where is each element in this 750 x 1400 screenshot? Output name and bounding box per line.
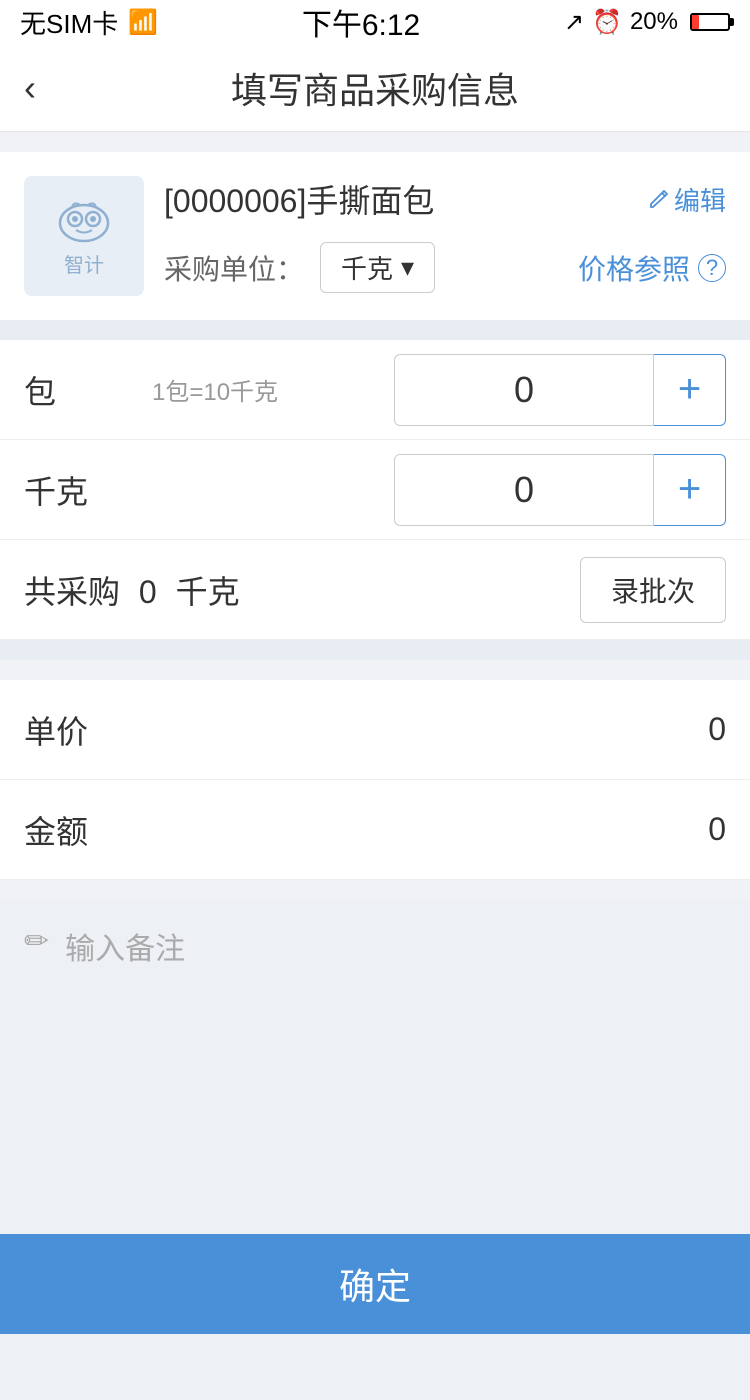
kg-quantity-input[interactable] — [394, 454, 654, 526]
bag-label: 包 — [24, 367, 144, 413]
bag-sub-label: 1包=10千克 — [152, 372, 278, 407]
back-button[interactable]: ‹ — [24, 67, 36, 109]
confirm-button[interactable]: 确定 — [0, 1234, 750, 1334]
summary-row: 共采购 0 千克 录批次 — [0, 540, 750, 640]
alarm-icon: ⏰ — [592, 8, 622, 37]
bag-input-row: 包 1包=10千克 + — [0, 340, 750, 440]
status-left: 无SIM卡 📶 — [20, 4, 158, 41]
carrier-label: 无SIM卡 — [20, 4, 118, 41]
battery-percent: 20% — [630, 8, 678, 36]
product-image: 智计 — [24, 176, 144, 296]
kg-input-control: + — [394, 454, 726, 526]
quantity-section: 包 1包=10千克 + 千克 + 共采购 0 千克 录批次 — [0, 340, 750, 640]
edit-button[interactable]: 编辑 — [648, 181, 726, 218]
price-section: 单价 0 金额 0 — [0, 680, 750, 880]
price-ref-button[interactable]: 价格参照 ? — [578, 248, 726, 288]
dropdown-icon: ▾ — [401, 252, 414, 283]
purchase-unit-label: 采购单位： — [164, 248, 304, 288]
owl-logo-icon — [54, 195, 114, 245]
purchase-unit-row: 采购单位： 千克 ▾ 价格参照 ? — [164, 242, 726, 293]
pencil-icon: ✏ — [24, 924, 49, 959]
location-icon: ↗ — [564, 8, 584, 37]
nav-bar: ‹ 填写商品采购信息 — [0, 44, 750, 132]
kg-label: 千克 — [24, 467, 144, 513]
edit-icon — [648, 188, 670, 210]
status-right: ↗ ⏰ 20% — [564, 8, 730, 37]
price-ref-icon: ? — [698, 254, 726, 282]
page-title: 填写商品采购信息 — [231, 62, 519, 114]
status-time: 下午6:12 — [302, 0, 420, 44]
notes-placeholder: 输入备注 — [65, 924, 185, 968]
product-card: 智计 [0000006]手撕面包 编辑 采购单位： 千克 ▾ 价格参照 ? — [0, 152, 750, 320]
notes-section[interactable]: ✏ 输入备注 — [0, 900, 750, 1100]
section-divider-2 — [0, 640, 750, 660]
section-divider-1 — [0, 320, 750, 340]
bag-plus-button[interactable]: + — [654, 354, 726, 426]
unit-price-value: 0 — [708, 711, 726, 748]
amount-label: 金额 — [24, 807, 88, 853]
unit-value: 千克 — [341, 249, 393, 286]
product-name-row: [0000006]手撕面包 编辑 — [164, 176, 726, 222]
product-info: [0000006]手撕面包 编辑 采购单位： 千克 ▾ 价格参照 ? — [164, 176, 726, 293]
wifi-icon: 📶 — [128, 8, 158, 37]
product-placeholder: 智计 — [54, 195, 114, 278]
price-ref-label: 价格参照 — [578, 248, 690, 288]
amount-row: 金额 0 — [0, 780, 750, 880]
battery-icon — [690, 13, 730, 31]
kg-plus-button[interactable]: + — [654, 454, 726, 526]
unit-price-row: 单价 0 — [0, 680, 750, 780]
summary-label: 共采购 0 千克 — [24, 567, 240, 613]
bag-input-control: + — [394, 354, 726, 426]
battery-fill — [692, 15, 699, 29]
batch-button[interactable]: 录批次 — [580, 557, 726, 623]
kg-input-row: 千克 + — [0, 440, 750, 540]
amount-value: 0 — [708, 811, 726, 848]
logo-text: 智计 — [64, 249, 104, 278]
unit-select[interactable]: 千克 ▾ — [320, 242, 435, 293]
bag-quantity-input[interactable] — [394, 354, 654, 426]
product-full-name: [0000006]手撕面包 — [164, 176, 434, 222]
status-bar: 无SIM卡 📶 下午6:12 ↗ ⏰ 20% — [0, 0, 750, 44]
unit-price-label: 单价 — [24, 707, 88, 753]
